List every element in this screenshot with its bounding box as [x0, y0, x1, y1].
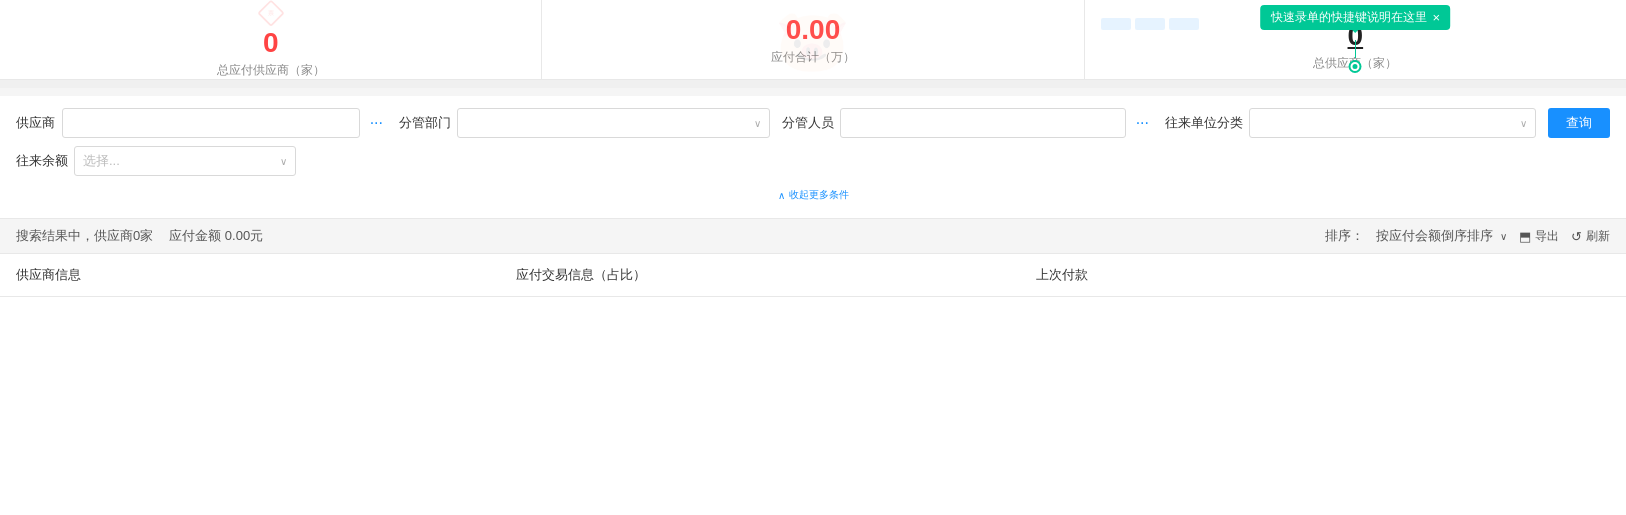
shortcut-tooltip: 快速录单的快捷键说明在这里 × — [1261, 5, 1451, 30]
collapse-up-icon: ∧ — [778, 190, 785, 201]
table-col-supplier: 供应商信息 — [16, 266, 516, 284]
query-button[interactable]: 查询 — [1548, 108, 1610, 138]
person-dots-btn[interactable]: ··· — [1132, 114, 1153, 132]
person-filter-group: 分管人员 ··· — [782, 108, 1153, 138]
payable-suppliers-number: 0 — [263, 26, 279, 60]
result-right: 排序： 按应付会额倒序排序 ∨ ⬒ 导出 ↺ 刷新 — [1325, 227, 1610, 245]
table-area: 供应商信息 应付交易信息（占比） 上次付款 — [0, 254, 1626, 515]
filter-area: 供应商 ··· 分管部门 ∨ 分管人员 ··· 往来单位分类 — [0, 96, 1626, 219]
collapse-btn[interactable]: ∧ 收起更多条件 — [16, 184, 1610, 210]
export-label: 导出 — [1535, 228, 1559, 245]
sort-value: 按应付会额倒序排序 — [1376, 227, 1493, 245]
dept-chevron-icon: ∨ — [754, 118, 761, 129]
payable-total-label: 应付合计（万） — [771, 49, 855, 66]
person-label: 分管人员 — [782, 114, 834, 132]
export-icon: ⬒ — [1519, 229, 1531, 244]
supplier-count-label: 搜索结果中，供应商0家 — [16, 227, 153, 245]
table-header: 供应商信息 应付交易信息（占比） 上次付款 — [0, 254, 1626, 297]
result-left: 搜索结果中，供应商0家 应付金额 0.00元 — [16, 227, 263, 245]
sort-prefix-label: 排序： — [1325, 227, 1364, 245]
category-select[interactable]: ∨ — [1249, 108, 1536, 138]
dept-select[interactable]: ∨ — [457, 108, 770, 138]
payable-suppliers-label: 总应付供应商（家） — [217, 62, 325, 79]
table-col-last-payment: 上次付款 — [1036, 266, 1610, 284]
top-divider — [0, 80, 1626, 88]
dept-filter-group: 分管部门 ∨ — [399, 108, 770, 138]
supplier-input[interactable] — [62, 108, 360, 138]
tooltip-close-icon[interactable]: × — [1433, 11, 1441, 24]
tooltip-text: 快速录单的快捷键说明在这里 — [1271, 9, 1427, 26]
tooltip-line — [1355, 40, 1356, 58]
collapse-label: 收起更多条件 — [789, 188, 849, 202]
filter-row-1: 供应商 ··· 分管部门 ∨ 分管人员 ··· 往来单位分类 — [16, 108, 1610, 138]
person-input[interactable] — [840, 108, 1126, 138]
summary-total-suppliers: 快速录单的快捷键说明在这里 × 0 总供应商（家） — [1085, 0, 1626, 79]
balance-select[interactable]: 选择... ∨ — [74, 146, 296, 176]
result-bar: 搜索结果中，供应商0家 应付金额 0.00元 排序： 按应付会额倒序排序 ∨ ⬒… — [0, 219, 1626, 254]
table-body — [0, 297, 1626, 515]
payable-total-number: 0.00 — [786, 13, 841, 47]
supplier-dots-btn[interactable]: ··· — [366, 114, 387, 132]
supplier-label: 供应商 — [16, 114, 56, 132]
balance-chevron-icon: ∨ — [280, 156, 287, 167]
supplier-input-wrapper — [62, 108, 360, 138]
summary-payable-suppliers: 票 0 总应付供应商（家） — [0, 0, 542, 79]
refresh-icon: ↺ — [1571, 229, 1582, 244]
table-col-transaction: 应付交易信息（占比） — [516, 266, 1036, 284]
balance-label: 往来余额 — [16, 152, 68, 170]
supplier-filter-group: 供应商 ··· — [16, 108, 387, 138]
diamond-logo-icon: 票 — [246, 0, 296, 26]
refresh-label: 刷新 — [1586, 228, 1610, 245]
export-btn[interactable]: ⬒ 导出 — [1519, 228, 1559, 245]
filter-row-2: 往来余额 选择... ∨ — [16, 146, 1610, 176]
refresh-btn[interactable]: ↺ 刷新 — [1571, 228, 1610, 245]
tooltip-dot — [1351, 62, 1360, 71]
summary-payable-total: 🐷 0.00 应付合计（万） — [542, 0, 1084, 79]
balance-placeholder: 选择... — [83, 152, 120, 170]
balance-filter-group: 往来余额 选择... ∨ — [16, 146, 296, 176]
sort-chevron-icon: ∨ — [1500, 231, 1507, 242]
bg-boxes — [1101, 18, 1199, 30]
person-input-wrapper — [840, 108, 1126, 138]
category-chevron-icon: ∨ — [1520, 118, 1527, 129]
svg-text:票: 票 — [268, 9, 274, 16]
sort-select[interactable]: 按应付会额倒序排序 ∨ — [1376, 227, 1507, 245]
amount-label: 应付金额 0.00元 — [169, 227, 263, 245]
dept-label: 分管部门 — [399, 114, 451, 132]
category-filter-group: 往来单位分类 ∨ — [1165, 108, 1536, 138]
category-label: 往来单位分类 — [1165, 114, 1243, 132]
